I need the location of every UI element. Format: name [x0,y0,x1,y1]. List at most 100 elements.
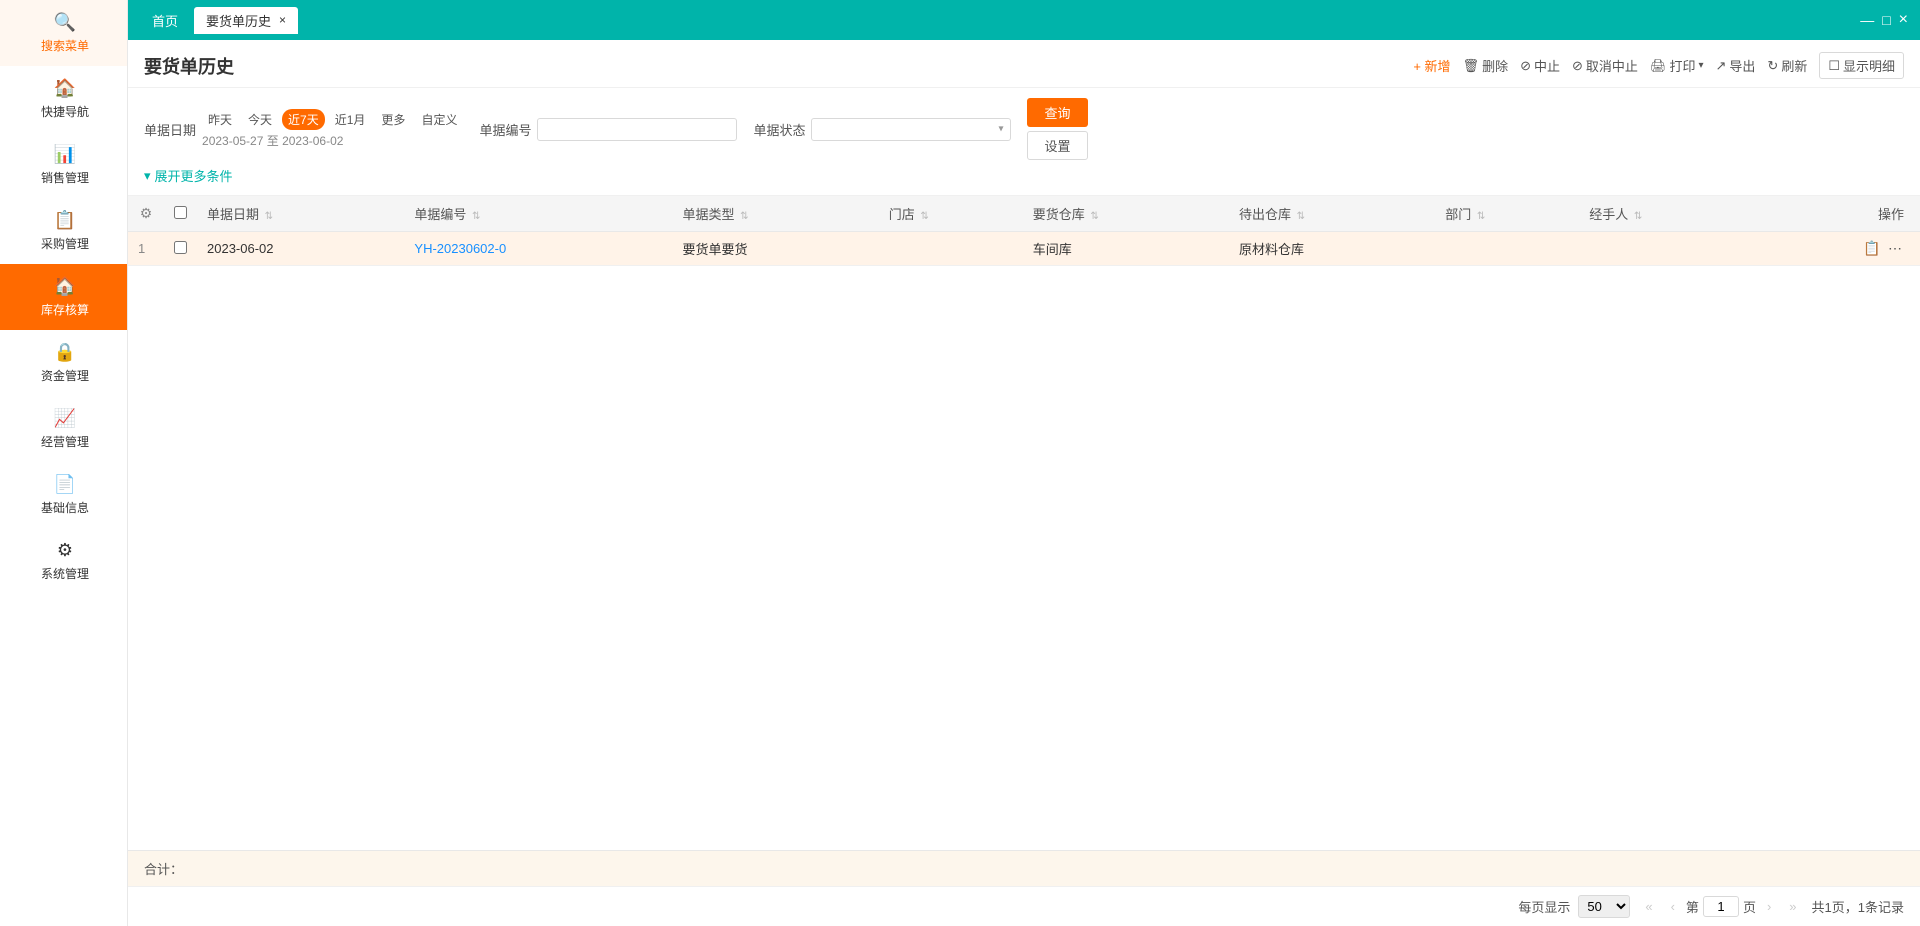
expand-icon: ▾ [144,168,151,184]
col-bill-no-sort-icon[interactable]: ⇅ [472,211,480,222]
expand-label: 展开更多条件 [155,166,233,185]
sidebar-item-operation[interactable]: 📈 经营管理 [0,396,127,462]
bill-status-label: 单据状态 [753,120,805,139]
table-footer: 合计： [128,850,1920,886]
row-pending-warehouse-cell: 原材料仓库 [1229,232,1435,266]
row-checkbox[interactable] [174,241,187,254]
table-body: 1 2023-06-02 YH-20230602-0 要货单要货 车间库 原材料… [128,232,1920,266]
main-area: 首页 要货单历史 × — □ × 要货单历史 + 新增 🗑 删除 [128,0,1920,926]
col-bill-type-label: 单据类型 [682,207,734,222]
tab-close-button[interactable]: × [279,13,286,27]
pagination-bar: 每页显示 50 100 « ‹ 第 页 › » 共1页，1条记录 [128,886,1920,926]
col-bill-type-sort-icon[interactable]: ⇅ [740,211,748,222]
add-label: + 新增 [1413,56,1450,75]
col-handler-label: 经手人 [1589,207,1628,222]
row-store-cell [879,232,1023,266]
setting-button[interactable]: 设置 [1027,131,1087,160]
col-date-sort-icon[interactable]: ⇅ [265,211,273,222]
bill-no-link[interactable]: YH-20230602-0 [414,241,506,256]
query-button[interactable]: 查询 [1027,98,1087,127]
col-bill-no: 单据编号 ⇅ [404,196,672,232]
table-settings-header[interactable]: ⚙ [128,196,164,232]
col-dept: 部门 ⇅ [1435,196,1579,232]
print-button[interactable]: 🖨 打印 ▾ [1650,56,1704,75]
col-req-warehouse-sort-icon[interactable]: ⇅ [1090,211,1098,222]
row-more-button[interactable]: ⋯ [1888,240,1902,256]
tab-label: 要货单历史 [206,11,271,30]
col-operation-label: 操作 [1878,207,1904,222]
table-row: 1 2023-06-02 YH-20230602-0 要货单要货 车间库 原材料… [128,232,1920,266]
gear-icon[interactable]: ⚙ [140,205,153,221]
delete-button[interactable]: 🗑 删除 [1463,56,1509,75]
col-date: 单据日期 ⇅ [197,196,404,232]
search-icon: 🔍 [54,12,76,33]
last-page-button[interactable]: » [1782,896,1803,917]
date-btn-more[interactable]: 更多 [375,109,411,130]
page-label: 第 [1686,897,1699,916]
cancel-stop-button[interactable]: ⊘ 取消中止 [1572,56,1638,75]
prev-page-button[interactable]: ‹ [1664,896,1682,917]
topbar: 首页 要货单历史 × — □ × [128,0,1920,40]
date-btn-1month[interactable]: 近1月 [329,109,372,130]
purchase-icon: 📋 [54,210,76,231]
first-page-button[interactable]: « [1638,896,1659,917]
row-num-cell: 1 [128,232,164,266]
sidebar-item-purchase[interactable]: 📋 采购管理 [0,198,127,264]
data-table: ⚙ 单据日期 ⇅ 单据编号 ⇅ [128,196,1920,266]
col-req-warehouse-label: 要货仓库 [1033,207,1085,222]
tab-active[interactable]: 要货单历史 × [194,7,298,34]
page-number-input[interactable] [1703,896,1739,917]
window-maximize-button[interactable]: □ [1882,12,1890,28]
action-buttons: 查询 设置 [1027,98,1087,160]
checkbox-header[interactable] [164,196,197,232]
sidebar-item-finance[interactable]: 🔒 资金管理 [0,330,127,396]
page-title: 要货单历史 [144,53,234,79]
window-minimize-button[interactable]: — [1860,12,1874,28]
display-detail-button[interactable]: ☐ 显示明细 [1819,52,1904,79]
refresh-button[interactable]: ↻ 刷新 [1767,56,1807,75]
row-edit-button[interactable]: 📋 [1863,240,1880,256]
table-area: ⚙ 单据日期 ⇅ 单据编号 ⇅ [128,196,1920,850]
next-page-button[interactable]: › [1760,896,1778,917]
col-dept-sort-icon[interactable]: ⇅ [1477,211,1485,222]
sidebar: 🔍 搜索菜单🏠 快捷导航📊 销售管理📋 采购管理🏠 库存核算🔒 资金管理📈 经营… [0,0,128,926]
page-size-select[interactable]: 50 100 [1578,895,1630,918]
footer-total-label: 合计： [144,859,183,878]
date-filter-label: 单据日期 [144,120,196,139]
date-btn-today[interactable]: 今天 [242,109,278,130]
sidebar-item-inventory[interactable]: 🏠 库存核算 [0,264,127,330]
sidebar-item-sales[interactable]: 📊 销售管理 [0,132,127,198]
date-btn-custom[interactable]: 自定义 [415,109,463,130]
basic-icon: 📄 [54,474,76,495]
bill-status-select[interactable] [811,118,1011,141]
sidebar-item-label: 基础信息 [41,499,89,516]
page-nav: « ‹ 第 页 › » [1638,896,1803,917]
date-btn-yesterday[interactable]: 昨天 [202,109,238,130]
stop-button[interactable]: ⊘ 中止 [1520,56,1560,75]
col-store-sort-icon[interactable]: ⇅ [920,211,928,222]
window-close-button[interactable]: × [1899,11,1908,29]
row-dept-cell [1435,232,1579,266]
col-handler-sort-icon[interactable]: ⇅ [1634,211,1642,222]
export-button[interactable]: ↗ 导出 [1715,56,1755,75]
sidebar-item-system[interactable]: ⚙ 系统管理 [0,528,127,594]
add-button[interactable]: + 新增 [1413,56,1450,75]
date-buttons: 昨天 今天 近7天 近1月 更多 自定义 2023-05-27 至 2023-0… [202,109,463,149]
select-all-checkbox[interactable] [174,206,187,219]
bill-no-input[interactable] [537,118,737,141]
col-pending-warehouse: 待出仓库 ⇅ [1229,196,1435,232]
expand-more-button[interactable]: ▾ 展开更多条件 [144,166,1904,185]
row-handler-cell [1579,232,1754,266]
print-icon: 🖨 [1650,58,1667,74]
row-checkbox-cell[interactable] [164,232,197,266]
row-bill-no-cell: YH-20230602-0 [404,232,672,266]
date-btn-7days[interactable]: 近7天 [282,109,325,130]
sidebar-item-basic[interactable]: 📄 基础信息 [0,462,127,528]
window-controls: — □ × [1860,11,1908,29]
tab-home[interactable]: 首页 [140,7,190,34]
sidebar-item-quick-nav[interactable]: 🏠 快捷导航 [0,66,127,132]
sidebar-item-search[interactable]: 🔍 搜索菜单 [0,0,127,66]
toolbar: + 新增 🗑 删除 ⊘ 中止 ⊘ 取消中止 🖨 打印 ▾ [1413,52,1904,79]
delete-icon: 🗑 [1463,58,1480,74]
col-pending-warehouse-sort-icon[interactable]: ⇅ [1297,211,1305,222]
